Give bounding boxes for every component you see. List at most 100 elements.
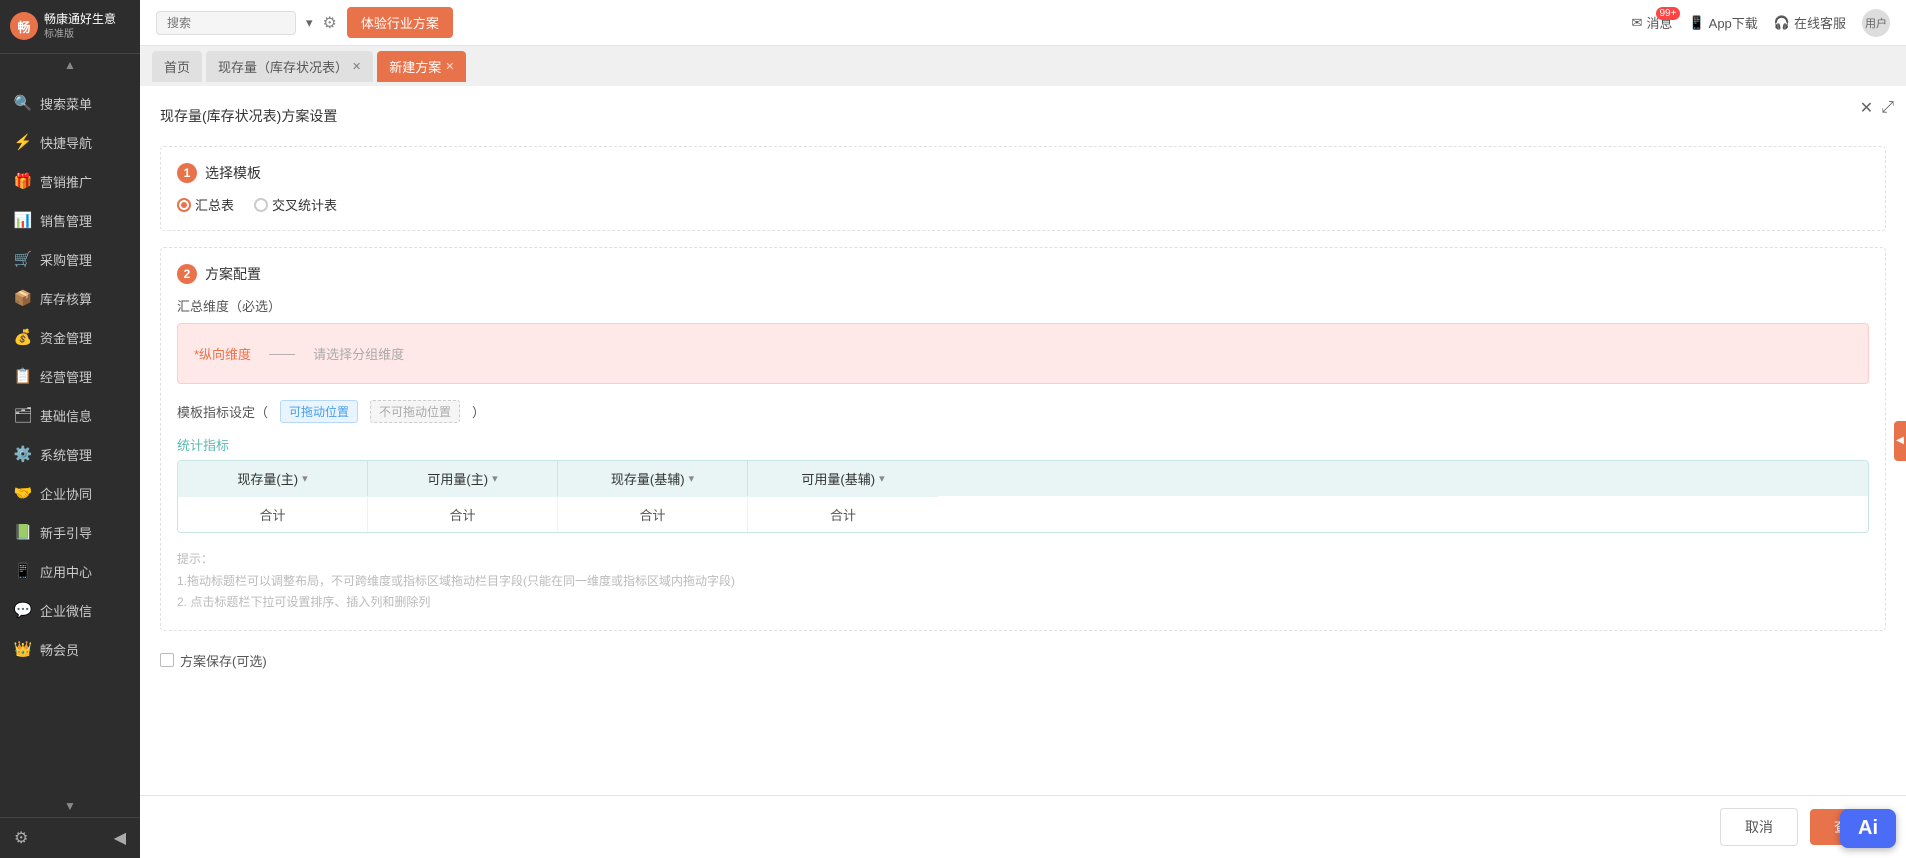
tab-inventory-status[interactable]: 现存量（库存状况表） ✕ bbox=[206, 51, 373, 82]
main-content: ▾ ⚙ 体验行业方案 ✉ 消息 99+ 📱 App下载 🎧 在线客服 用户 首页… bbox=[140, 0, 1906, 858]
dropdown-button[interactable]: ▾ bbox=[306, 15, 313, 31]
save-option: 方案保存(可选) bbox=[160, 651, 1886, 670]
gear-icon[interactable]: ⚙ bbox=[323, 13, 337, 33]
search-input[interactable] bbox=[156, 11, 296, 35]
contract-icon: 🤝 bbox=[14, 484, 32, 502]
cancel-button[interactable]: 取消 bbox=[1720, 808, 1798, 846]
col-header-现存量(基辅)[interactable]: 现存量(基辅)▾ bbox=[558, 461, 748, 496]
save-checkbox[interactable] bbox=[160, 653, 174, 667]
chevron-down-icon: ▾ bbox=[879, 472, 885, 485]
section2-num: 2 bbox=[177, 264, 197, 284]
indicator-table-header: 现存量(主) ▾ 可用量(主)▾现存量(基辅)▾ 可用量(基辅) ▾ bbox=[178, 461, 1868, 496]
required-marker: *纵向维度 bbox=[194, 344, 251, 363]
sidebar-item-purchase[interactable]: 🛒采购管理 bbox=[0, 240, 140, 279]
wechat-icon: 💬 bbox=[14, 601, 32, 619]
sidebar-item-quick-nav[interactable]: ⚡快捷导航 bbox=[0, 123, 140, 162]
marketing-icon: 🎁 bbox=[14, 172, 32, 190]
tab-new-plan[interactable]: 新建方案✕ bbox=[377, 51, 466, 82]
online-service-item[interactable]: 🎧 在线客服 bbox=[1774, 13, 1846, 32]
topbar: ▾ ⚙ 体验行业方案 ✉ 消息 99+ 📱 App下载 🎧 在线客服 用户 bbox=[140, 0, 1906, 46]
new-guide-icon: 📗 bbox=[14, 523, 32, 541]
basic-info-icon: 🗂 bbox=[14, 406, 32, 424]
table-cell: 合计 bbox=[178, 496, 368, 532]
sidebar-item-inventory[interactable]: 📦 库存核算 bbox=[0, 279, 140, 318]
collapse-icon[interactable]: ◀ bbox=[114, 828, 126, 848]
message-item[interactable]: ✉ 消息 99+ bbox=[1632, 13, 1673, 32]
message-badge: 99+ bbox=[1656, 7, 1681, 20]
sidebar-item-label: 新手引导 bbox=[40, 523, 92, 542]
radio-crosstab[interactable]: 交叉统计表 bbox=[254, 195, 337, 214]
sidebar-item-label: 应用中心 bbox=[40, 562, 92, 581]
section2-header: 2 方案配置 bbox=[177, 264, 1869, 284]
sidebar: 畅 畅康通好生意 标准版 ▲ 🔍搜索菜单⚡快捷导航🎁营销推广📊销售管理🛒采购管理… bbox=[0, 0, 140, 858]
headset-icon: 🎧 bbox=[1774, 15, 1790, 31]
sidebar-item-search[interactable]: 🔍 搜索菜单 bbox=[0, 84, 140, 123]
quick-nav-icon: ⚡ bbox=[14, 133, 32, 151]
col-header-现存量(主)[interactable]: 现存量(主) ▾ bbox=[178, 461, 368, 496]
search-icon: 🔍 bbox=[14, 94, 32, 112]
sidebar-item-label: 搜索菜单 bbox=[40, 94, 92, 113]
settings-icon[interactable]: ⚙ bbox=[14, 828, 28, 848]
col-header-可用量(基辅)[interactable]: 可用量(基辅) ▾ bbox=[748, 461, 938, 496]
trial-button[interactable]: 体验行业方案 bbox=[347, 7, 453, 38]
section-choose-template: 1 选择模板 汇总表交叉统计表 bbox=[160, 146, 1886, 231]
tab-home[interactable]: 首页 bbox=[152, 51, 202, 82]
tab-close-new-plan[interactable]: ✕ bbox=[445, 60, 454, 73]
sidebar-item-system[interactable]: ⚙️系统管理 bbox=[0, 435, 140, 474]
dimension-area[interactable]: *纵向维度 —— 请选择分组维度 bbox=[177, 323, 1869, 384]
app-download-label: App下载 bbox=[1709, 13, 1758, 32]
finance-icon: 💰 bbox=[14, 328, 32, 346]
inventory-icon: 📦 bbox=[14, 289, 32, 307]
table-cell: 合计 bbox=[368, 496, 558, 532]
sidebar-item-wechat[interactable]: 💬 企业微信 bbox=[0, 591, 140, 630]
col-label: 可用量(主) bbox=[427, 469, 488, 488]
ai-badge[interactable]: Ai bbox=[1840, 809, 1896, 848]
avatar[interactable]: 用户 bbox=[1862, 9, 1890, 37]
tab-label: 首页 bbox=[164, 57, 190, 76]
sidebar-item-sales[interactable]: 📊销售管理 bbox=[0, 201, 140, 240]
tip-item-1: 1.拖动标题栏可以调整布局，不可跨维度或指标区域拖动栏目字段(只能在同一维度或指… bbox=[177, 571, 1869, 593]
sidebar-scroll-up[interactable]: ▲ bbox=[0, 54, 140, 76]
radio-summary[interactable]: 汇总表 bbox=[177, 195, 234, 214]
tab-close-inventory-status[interactable]: ✕ bbox=[352, 60, 361, 73]
col-label: 现存量(主) bbox=[237, 469, 298, 488]
indicator-settings-suffix: ） bbox=[472, 402, 485, 421]
sidebar-item-finance[interactable]: 💰 资金管理 bbox=[0, 318, 140, 357]
sidebar-scroll-down[interactable]: ▼ bbox=[0, 795, 140, 817]
online-service-label: 在线客服 bbox=[1794, 13, 1846, 32]
indicator-settings-row: 模板指标设定（ 可拖动位置 不可拖动位置 ） bbox=[177, 400, 1869, 423]
side-toggle[interactable]: ◀ bbox=[1894, 421, 1906, 461]
dimension-label: 汇总维度（必选） bbox=[177, 296, 1869, 315]
business-icon: 📋 bbox=[14, 367, 32, 385]
dim-separator: —— bbox=[269, 346, 295, 361]
col-label: 可用量(基辅) bbox=[801, 469, 875, 488]
page-title: 现存量(库存状况表)方案设置 bbox=[160, 106, 1886, 126]
tab-label: 现存量（库存状况表） bbox=[218, 57, 348, 76]
sidebar-item-label: 基础信息 bbox=[40, 406, 92, 425]
close-panel-button[interactable]: ✕ bbox=[1860, 98, 1873, 118]
sidebar-item-label: 销售管理 bbox=[40, 211, 92, 230]
sidebar-item-label: 企业微信 bbox=[40, 601, 92, 620]
sidebar-item-label: 经营管理 bbox=[40, 367, 92, 386]
chevron-down-icon: ▾ bbox=[302, 472, 308, 485]
sidebar-item-label: 库存核算 bbox=[40, 289, 92, 308]
sidebar-item-member[interactable]: 👑畅会员 bbox=[0, 630, 140, 669]
sidebar-item-app-center[interactable]: 📱应用中心 bbox=[0, 552, 140, 591]
sidebar-footer: ⚙ ◀ bbox=[0, 817, 140, 858]
col-header-可用量(主)[interactable]: 可用量(主)▾ bbox=[368, 461, 558, 496]
expand-panel-button[interactable]: ⤢ bbox=[1881, 98, 1894, 118]
app-download-item[interactable]: 📱 App下载 bbox=[1688, 13, 1757, 32]
sidebar-item-basic-info[interactable]: 🗂 基础信息 bbox=[0, 396, 140, 435]
tip-item-2: 2. 点击标题栏下拉可设置排序、插入列和删除列 bbox=[177, 592, 1869, 614]
section-plan-config: 2 方案配置 汇总维度（必选） *纵向维度 —— 请选择分组维度 模板指标设定（… bbox=[160, 247, 1886, 631]
sidebar-item-marketing[interactable]: 🎁 营销推广 bbox=[0, 162, 140, 201]
sidebar-item-contract[interactable]: 🤝企业协同 bbox=[0, 474, 140, 513]
topbar-right: ✉ 消息 99+ 📱 App下载 🎧 在线客服 用户 bbox=[1632, 9, 1890, 37]
sidebar-item-label: 营销推广 bbox=[40, 172, 92, 191]
stats-title: 统计指标 bbox=[177, 435, 1869, 454]
sidebar-item-label: 系统管理 bbox=[40, 445, 92, 464]
sidebar-item-business[interactable]: 📋 经营管理 bbox=[0, 357, 140, 396]
sidebar-item-new-guide[interactable]: 📗 新手引导 bbox=[0, 513, 140, 552]
sidebar-item-label: 资金管理 bbox=[40, 328, 92, 347]
message-icon: ✉ bbox=[1632, 15, 1643, 31]
